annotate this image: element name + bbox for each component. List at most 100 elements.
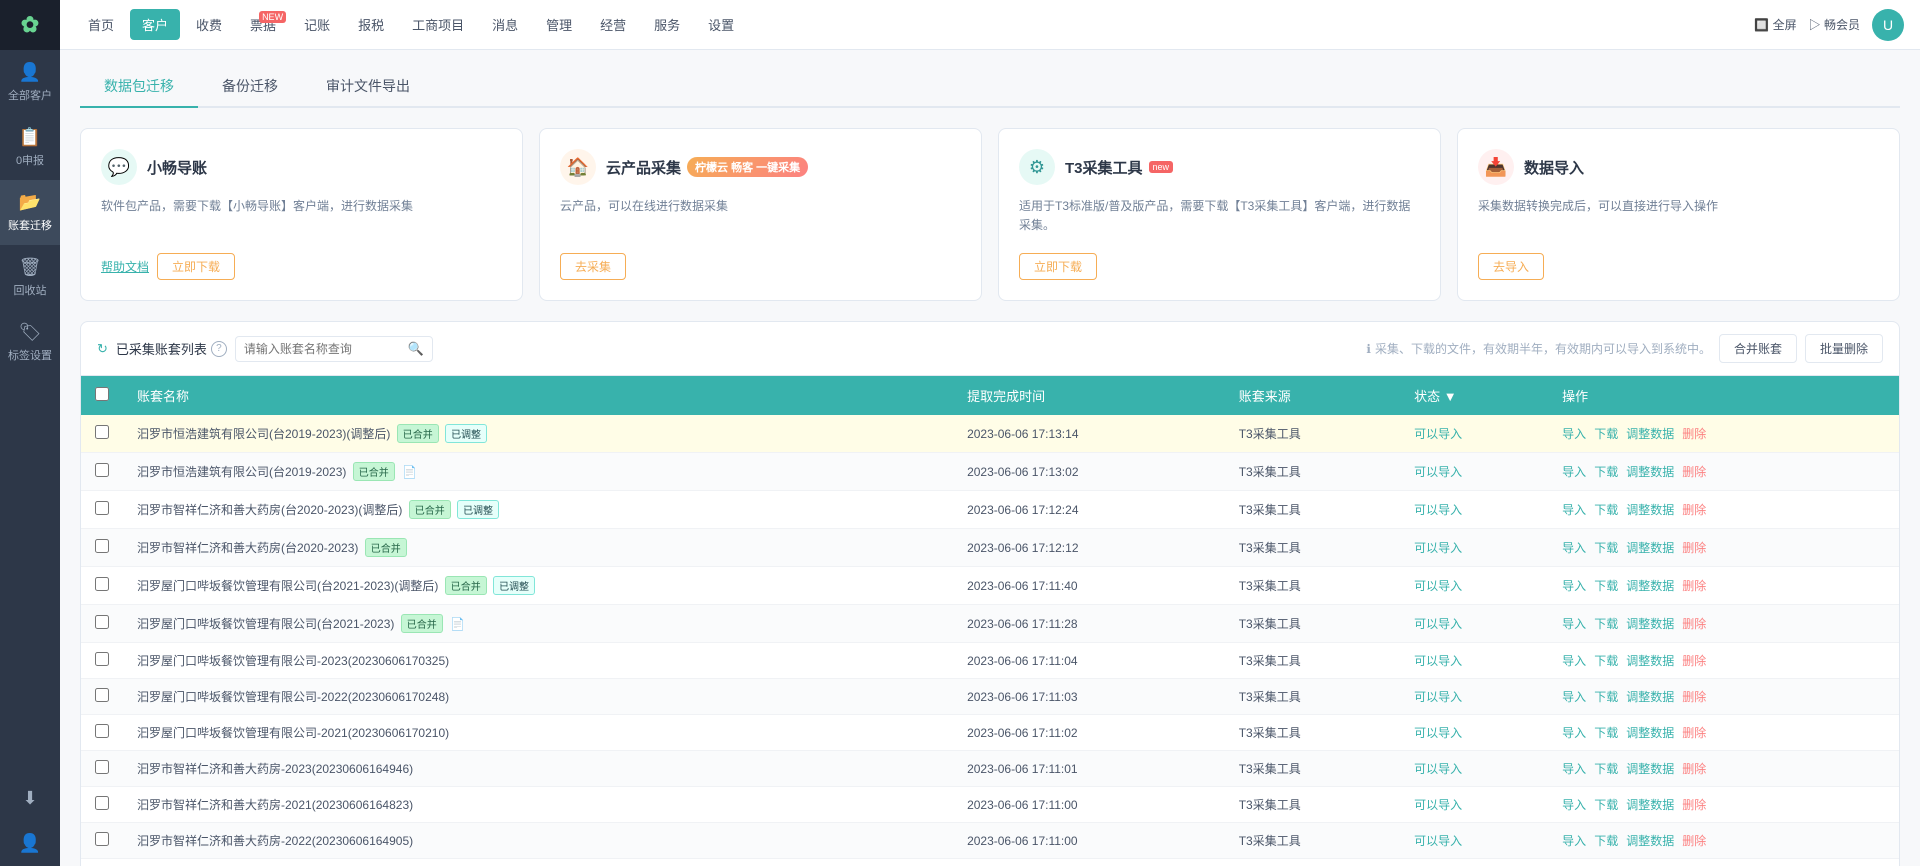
help-doc-link[interactable]: 帮助文档 <box>101 258 149 275</box>
row-checkbox[interactable] <box>95 796 109 810</box>
action-调整数据[interactable]: 调整数据 <box>1626 834 1674 848</box>
help-circle-icon[interactable]: ? <box>211 341 227 357</box>
action-调整数据[interactable]: 调整数据 <box>1626 617 1674 631</box>
search-input[interactable] <box>244 342 404 356</box>
refresh-icon[interactable]: ↻ <box>97 341 108 357</box>
action-删除[interactable]: 删除 <box>1682 762 1706 776</box>
nav-message[interactable]: 消息 <box>480 9 530 40</box>
nav-settings[interactable]: 设置 <box>696 9 746 40</box>
action-调整数据[interactable]: 调整数据 <box>1626 427 1674 441</box>
batch-delete-btn[interactable]: 批量删除 <box>1805 334 1883 363</box>
nav-clients[interactable]: 客户 <box>130 9 180 40</box>
action-导入[interactable]: 导入 <box>1562 427 1586 441</box>
sidebar-item-trash[interactable]: 🗑 回收站 <box>0 245 60 310</box>
row-checkbox[interactable] <box>95 832 109 846</box>
search-icon[interactable]: 🔍 <box>408 341 424 357</box>
action-导入[interactable]: 导入 <box>1562 465 1586 479</box>
action-下载[interactable]: 下载 <box>1594 762 1618 776</box>
action-导入[interactable]: 导入 <box>1562 834 1586 848</box>
action-导入[interactable]: 导入 <box>1562 617 1586 631</box>
go-import-btn[interactable]: 去导入 <box>1478 253 1544 280</box>
row-checkbox[interactable] <box>95 501 109 515</box>
action-删除[interactable]: 删除 <box>1682 503 1706 517</box>
t3-download-btn[interactable]: 立即下载 <box>1019 253 1097 280</box>
action-导入[interactable]: 导入 <box>1562 726 1586 740</box>
row-checkbox[interactable] <box>95 688 109 702</box>
fullscreen-btn[interactable]: 🔲 全屏 <box>1754 16 1796 33</box>
action-删除[interactable]: 删除 <box>1682 427 1706 441</box>
sidebar-item-all-clients[interactable]: 👤 全部客户 <box>0 50 60 115</box>
sidebar-item-tag-settings[interactable]: 🏷 标签设置 <box>0 310 60 375</box>
action-删除[interactable]: 删除 <box>1682 834 1706 848</box>
action-下载[interactable]: 下载 <box>1594 427 1618 441</box>
member-btn[interactable]: ▷ 畅会员 <box>1809 16 1860 33</box>
action-删除[interactable]: 删除 <box>1682 465 1706 479</box>
row-checkbox[interactable] <box>95 724 109 738</box>
action-删除[interactable]: 删除 <box>1682 654 1706 668</box>
action-下载[interactable]: 下载 <box>1594 798 1618 812</box>
action-删除[interactable]: 删除 <box>1682 579 1706 593</box>
action-导入[interactable]: 导入 <box>1562 690 1586 704</box>
action-下载[interactable]: 下载 <box>1594 465 1618 479</box>
tab-data-migrate[interactable]: 数据包迁移 <box>80 66 198 108</box>
select-all-checkbox[interactable] <box>95 387 109 401</box>
action-导入[interactable]: 导入 <box>1562 579 1586 593</box>
nav-service[interactable]: 服务 <box>642 9 692 40</box>
action-调整数据[interactable]: 调整数据 <box>1626 726 1674 740</box>
action-删除[interactable]: 删除 <box>1682 726 1706 740</box>
nav-accounting[interactable]: 记账 <box>292 9 342 40</box>
action-下载[interactable]: 下载 <box>1594 617 1618 631</box>
file-icon[interactable]: 📄 <box>402 465 417 479</box>
row-checkbox[interactable] <box>95 425 109 439</box>
download-now-btn[interactable]: 立即下载 <box>157 253 235 280</box>
nav-biz-project[interactable]: 工商项目 <box>400 9 476 40</box>
action-下载[interactable]: 下载 <box>1594 541 1618 555</box>
row-checkbox[interactable] <box>95 652 109 666</box>
action-下载[interactable]: 下载 <box>1594 726 1618 740</box>
sidebar-item-download[interactable]: ⬇ <box>0 776 60 821</box>
row-checkbox[interactable] <box>95 539 109 553</box>
sidebar-item-account-migrate[interactable]: 📂 账套迁移 <box>0 180 60 245</box>
action-调整数据[interactable]: 调整数据 <box>1626 762 1674 776</box>
go-collect-btn[interactable]: 去采集 <box>560 253 626 280</box>
action-导入[interactable]: 导入 <box>1562 541 1586 555</box>
nav-home[interactable]: 首页 <box>76 9 126 40</box>
avatar[interactable]: U <box>1872 9 1904 41</box>
tab-audit-export[interactable]: 审计文件导出 <box>302 66 434 108</box>
nav-tax[interactable]: 报税 <box>346 9 396 40</box>
action-下载[interactable]: 下载 <box>1594 579 1618 593</box>
action-调整数据[interactable]: 调整数据 <box>1626 579 1674 593</box>
nav-ops[interactable]: 经营 <box>588 9 638 40</box>
row-checkbox[interactable] <box>95 463 109 477</box>
action-删除[interactable]: 删除 <box>1682 798 1706 812</box>
action-调整数据[interactable]: 调整数据 <box>1626 690 1674 704</box>
action-下载[interactable]: 下载 <box>1594 654 1618 668</box>
nav-mgmt[interactable]: 管理 <box>534 9 584 40</box>
action-导入[interactable]: 导入 <box>1562 503 1586 517</box>
action-调整数据[interactable]: 调整数据 <box>1626 503 1674 517</box>
action-导入[interactable]: 导入 <box>1562 798 1586 812</box>
sidebar-item-user[interactable]: 👤 <box>0 821 60 866</box>
row-checkbox[interactable] <box>95 760 109 774</box>
nav-invoice[interactable]: 票据NEW <box>238 9 288 40</box>
tab-backup-migrate[interactable]: 备份迁移 <box>198 66 302 108</box>
sidebar-item-zero-report[interactable]: 📋 0申报 <box>0 115 60 180</box>
action-下载[interactable]: 下载 <box>1594 834 1618 848</box>
action-调整数据[interactable]: 调整数据 <box>1626 654 1674 668</box>
action-删除[interactable]: 删除 <box>1682 541 1706 555</box>
action-下载[interactable]: 下载 <box>1594 690 1618 704</box>
action-调整数据[interactable]: 调整数据 <box>1626 541 1674 555</box>
th-status[interactable]: 状态 ▼ <box>1400 376 1548 415</box>
action-删除[interactable]: 删除 <box>1682 690 1706 704</box>
row-checkbox[interactable] <box>95 615 109 629</box>
nav-billing[interactable]: 收费 <box>184 9 234 40</box>
action-导入[interactable]: 导入 <box>1562 762 1586 776</box>
row-checkbox[interactable] <box>95 577 109 591</box>
action-调整数据[interactable]: 调整数据 <box>1626 798 1674 812</box>
action-调整数据[interactable]: 调整数据 <box>1626 465 1674 479</box>
action-删除[interactable]: 删除 <box>1682 617 1706 631</box>
merge-account-btn[interactable]: 合并账套 <box>1719 334 1797 363</box>
file-icon[interactable]: 📄 <box>450 617 465 631</box>
action-下载[interactable]: 下载 <box>1594 503 1618 517</box>
action-导入[interactable]: 导入 <box>1562 654 1586 668</box>
